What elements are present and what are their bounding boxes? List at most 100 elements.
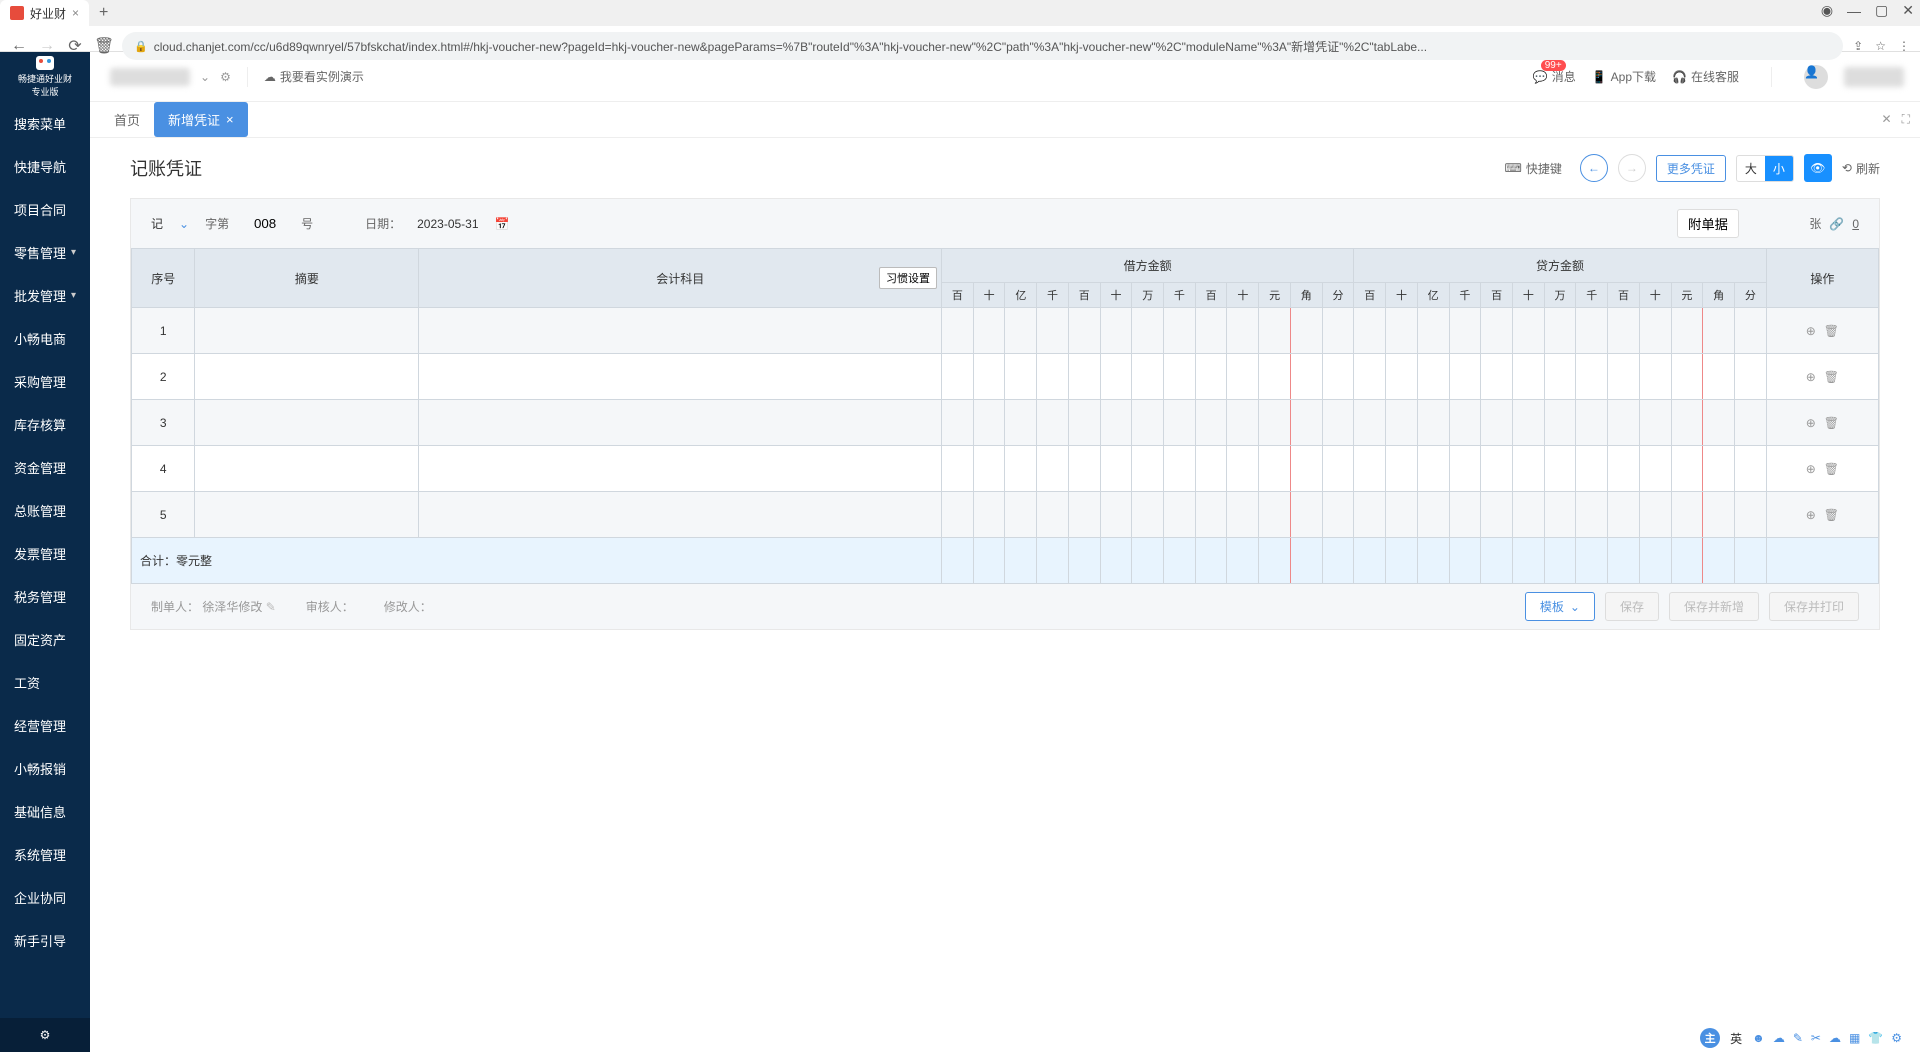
sidebar-item-14[interactable]: 经营管理 — [0, 704, 90, 747]
sidebar-item-6[interactable]: 采购管理 — [0, 360, 90, 403]
amount-digit[interactable] — [1227, 400, 1259, 446]
amount-digit[interactable] — [973, 446, 1005, 492]
cell-summary[interactable] — [195, 492, 419, 538]
share-icon[interactable]: ⇪ — [1853, 39, 1863, 53]
account-icon[interactable]: ◉ — [1821, 2, 1833, 19]
close-icon[interactable]: × — [72, 6, 79, 20]
amount-digit[interactable] — [1164, 446, 1196, 492]
close-all-icon[interactable]: ✕ — [1882, 112, 1892, 127]
amount-digit[interactable] — [1703, 446, 1735, 492]
tray-icon[interactable]: ✂ — [1811, 1031, 1821, 1045]
close-icon[interactable]: × — [226, 112, 234, 127]
amount-digit[interactable] — [1290, 354, 1322, 400]
amount-digit[interactable] — [1734, 492, 1766, 538]
amount-digit[interactable] — [1322, 354, 1354, 400]
amount-digit[interactable] — [1227, 492, 1259, 538]
add-row-icon[interactable]: ⊕ — [1806, 462, 1816, 476]
support-button[interactable]: 🎧 在线客服 — [1672, 68, 1739, 85]
tray-icon[interactable]: 👕 — [1868, 1031, 1883, 1045]
cell-summary[interactable] — [195, 354, 419, 400]
tray-icon[interactable]: ☻ — [1752, 1031, 1765, 1045]
next-button[interactable]: → — [1618, 154, 1646, 182]
amount-digit[interactable] — [942, 446, 974, 492]
amount-digit[interactable] — [1132, 308, 1164, 354]
attach-doc-button[interactable]: 附单据 — [1677, 209, 1739, 238]
save-print-button[interactable]: 保存并打印 — [1769, 592, 1859, 621]
amount-digit[interactable] — [1259, 400, 1291, 446]
amount-digit[interactable] — [1068, 446, 1100, 492]
amount-digit[interactable] — [1734, 308, 1766, 354]
sidebar-item-8[interactable]: 资金管理 — [0, 446, 90, 489]
amount-digit[interactable] — [1322, 492, 1354, 538]
demo-link[interactable]: ☁ 我要看实例演示 — [264, 68, 364, 85]
cell-account[interactable] — [419, 354, 942, 400]
amount-digit[interactable] — [1576, 400, 1608, 446]
amount-digit[interactable] — [1576, 446, 1608, 492]
sidebar-item-9[interactable]: 总账管理 — [0, 489, 90, 532]
amount-digit[interactable] — [1259, 354, 1291, 400]
tray-icon[interactable]: ☁ — [1829, 1031, 1841, 1045]
amount-digit[interactable] — [1734, 446, 1766, 492]
messages-button[interactable]: 99+ 💬 消息 — [1533, 68, 1576, 85]
menu-icon[interactable]: ⋮ — [1898, 39, 1910, 53]
amount-digit[interactable] — [1322, 308, 1354, 354]
amount-digit[interactable] — [1703, 400, 1735, 446]
sidebar-item-5[interactable]: 小畅电商 — [0, 317, 90, 360]
amount-digit[interactable] — [942, 492, 974, 538]
amount-digit[interactable] — [1354, 400, 1386, 446]
amount-digit[interactable] — [1544, 492, 1576, 538]
calendar-icon[interactable]: 📅 — [495, 217, 510, 231]
amount-digit[interactable] — [1259, 446, 1291, 492]
cell-account[interactable] — [419, 446, 942, 492]
save-button[interactable]: 保存 — [1605, 592, 1659, 621]
amount-digit[interactable] — [1449, 446, 1481, 492]
tray-icon[interactable]: ☁ — [1773, 1031, 1785, 1045]
amount-digit[interactable] — [1005, 446, 1037, 492]
maximize-icon[interactable]: ▢ — [1875, 2, 1888, 19]
amount-digit[interactable] — [1164, 492, 1196, 538]
amount-digit[interactable] — [1734, 400, 1766, 446]
cell-summary[interactable] — [195, 308, 419, 354]
edit-icon[interactable]: ✎ — [266, 600, 276, 614]
amount-digit[interactable] — [1259, 492, 1291, 538]
amount-digit[interactable] — [1544, 400, 1576, 446]
chevron-down-icon[interactable]: ⌄ — [200, 70, 210, 84]
amount-digit[interactable] — [1481, 354, 1513, 400]
amount-digit[interactable] — [1354, 308, 1386, 354]
add-row-icon[interactable]: ⊕ — [1806, 324, 1816, 338]
amount-digit[interactable] — [1449, 354, 1481, 400]
amount-digit[interactable] — [1354, 446, 1386, 492]
amount-digit[interactable] — [1417, 308, 1449, 354]
amount-digit[interactable] — [1639, 446, 1671, 492]
amount-digit[interactable] — [1512, 446, 1544, 492]
add-row-icon[interactable]: ⊕ — [1806, 416, 1816, 430]
amount-digit[interactable] — [942, 400, 974, 446]
sidebar-item-12[interactable]: 固定资产 — [0, 618, 90, 661]
amount-digit[interactable] — [1290, 400, 1322, 446]
amount-digit[interactable] — [1322, 446, 1354, 492]
sidebar-item-17[interactable]: 系统管理 — [0, 833, 90, 876]
sidebar-item-19[interactable]: 新手引导 — [0, 919, 90, 962]
amount-digit[interactable] — [1164, 308, 1196, 354]
eye-button[interactable]: 👁 — [1804, 154, 1832, 182]
amount-digit[interactable] — [973, 400, 1005, 446]
amount-digit[interactable] — [1481, 446, 1513, 492]
amount-digit[interactable] — [1132, 400, 1164, 446]
tab-home[interactable]: 首页 — [100, 102, 154, 137]
amount-digit[interactable] — [1671, 446, 1703, 492]
amount-digit[interactable] — [1639, 492, 1671, 538]
sidebar-item-16[interactable]: 基础信息 — [0, 790, 90, 833]
amount-digit[interactable] — [1354, 492, 1386, 538]
sidebar-item-0[interactable]: 搜索菜单 — [0, 102, 90, 145]
close-window-icon[interactable]: ✕ — [1902, 2, 1914, 19]
cell-account[interactable] — [419, 492, 942, 538]
more-voucher-button[interactable]: 更多凭证 — [1656, 155, 1726, 182]
sidebar-item-18[interactable]: 企业协同 — [0, 876, 90, 919]
amount-digit[interactable] — [1671, 492, 1703, 538]
prev-button[interactable]: ← — [1580, 154, 1608, 182]
amount-digit[interactable] — [1037, 446, 1069, 492]
amount-digit[interactable] — [1386, 308, 1418, 354]
amount-digit[interactable] — [1512, 400, 1544, 446]
add-row-icon[interactable]: ⊕ — [1806, 508, 1816, 522]
amount-digit[interactable] — [1734, 354, 1766, 400]
